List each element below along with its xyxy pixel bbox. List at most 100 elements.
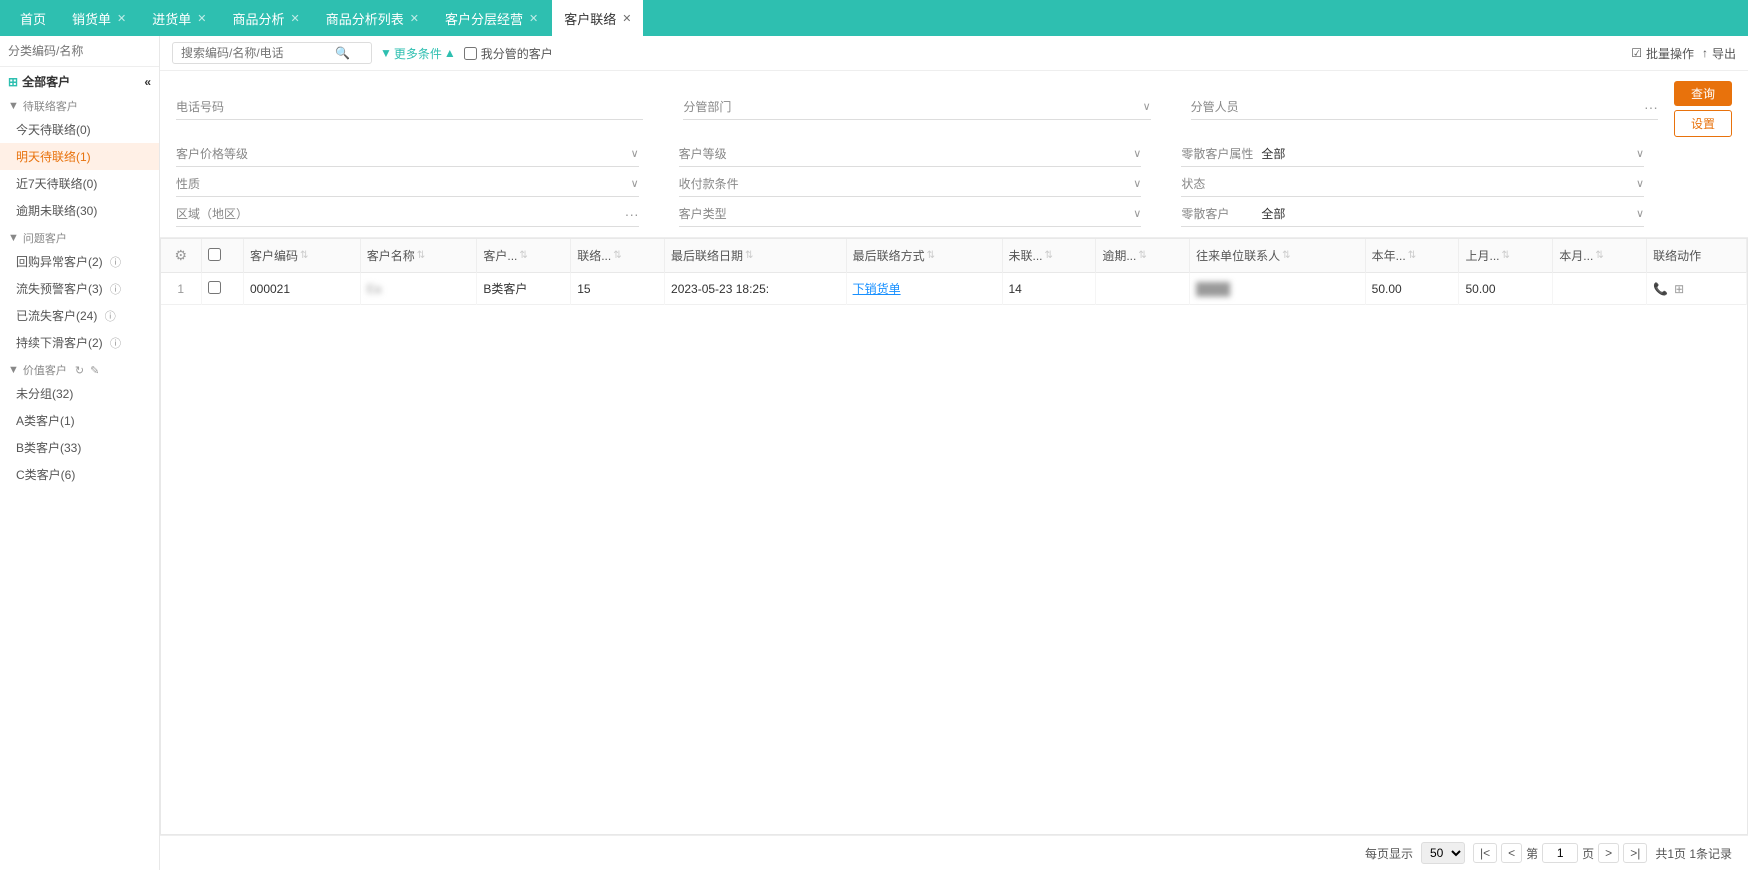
page-input[interactable] xyxy=(1542,843,1578,863)
region-dots-icon[interactable]: ··· xyxy=(625,206,639,222)
col-name: 客户名称 ⇅ xyxy=(360,239,477,273)
my-customers-check[interactable]: 我分管的客户 xyxy=(464,45,553,62)
sort-year-icon[interactable]: ⇅ xyxy=(1408,250,1416,261)
status-dropdown-icon[interactable]: ∨ xyxy=(1636,177,1644,190)
nav-purchase[interactable]: 进货单 ✕ xyxy=(140,0,218,36)
sort-not-contact-icon[interactable]: ⇅ xyxy=(1045,250,1053,261)
sort-contact-icon[interactable]: ⇅ xyxy=(613,250,621,261)
query-buttons: 查询 设置 xyxy=(1674,81,1732,137)
row-checkbox[interactable] xyxy=(208,281,221,294)
sort-last-month-icon[interactable]: ⇅ xyxy=(1502,250,1510,261)
sidebar-item-typeC[interactable]: C类客户(6) xyxy=(0,461,159,488)
select-all-checkbox[interactable] xyxy=(208,248,221,261)
sort-last-date-icon[interactable]: ⇅ xyxy=(745,250,753,261)
gear-button[interactable]: ⚙ xyxy=(167,247,195,264)
retail-attr-value[interactable]: 全部 xyxy=(1261,145,1632,162)
phone-action-icon[interactable]: 📞 xyxy=(1653,282,1668,296)
customer-type-dropdown-icon[interactable]: ∨ xyxy=(1133,207,1141,220)
refresh-icon[interactable]: ↻ xyxy=(75,364,84,377)
sort-code-icon[interactable]: ⇅ xyxy=(300,250,308,261)
col-customer-type: 客户... ⇅ xyxy=(477,239,571,273)
query-button[interactable]: 查询 xyxy=(1674,81,1732,106)
close-customer-contact-icon[interactable]: ✕ xyxy=(622,12,631,25)
dept-dropdown-icon[interactable]: ∨ xyxy=(1143,100,1151,113)
more-filter-btn[interactable]: ▼ 更多条件 ▲ xyxy=(380,45,456,62)
nav-home[interactable]: 首页 xyxy=(8,0,58,36)
set-button[interactable]: 设置 xyxy=(1674,110,1732,137)
sidebar-item-overdue[interactable]: 逾期未联络(30) xyxy=(0,197,159,224)
sidebar-item-repurchase[interactable]: 回购异常客户(2) ⓘ xyxy=(0,248,159,275)
sidebar-value-header: ▼ 价值客户 ↻ ✎ xyxy=(0,356,159,380)
filter-right-actions: ☑ 批量操作 ↑ 导出 xyxy=(1631,45,1736,62)
nature-dropdown-icon[interactable]: ∨ xyxy=(631,177,639,190)
sidebar-item-today[interactable]: 今天待联络(0) xyxy=(0,116,159,143)
sidebar-item-decline[interactable]: 持续下滑客户(2) ⓘ xyxy=(0,329,159,356)
sidebar-item-lost[interactable]: 已流失客户(24) ⓘ xyxy=(0,302,159,329)
sort-unit-icon[interactable]: ⇅ xyxy=(1282,250,1290,261)
export-btn[interactable]: ↑ 导出 xyxy=(1702,45,1736,62)
arrow-down-icon-3: ▼ xyxy=(8,364,19,376)
filter-bar: 🔍 ▼ 更多条件 ▲ 我分管的客户 ☑ 批量操作 ↑ 导出 xyxy=(160,36,1748,71)
page-next-btn[interactable]: > xyxy=(1598,843,1619,863)
row-customer-type: B类客户 xyxy=(477,273,571,305)
close-sales-icon[interactable]: ✕ xyxy=(117,12,126,25)
edit-icon[interactable]: ✎ xyxy=(90,364,99,377)
row-check[interactable] xyxy=(201,273,243,305)
nav-customer-tier[interactable]: 客户分层经营 ✕ xyxy=(433,0,550,36)
retail-attr-dropdown-icon[interactable]: ∨ xyxy=(1636,147,1644,160)
search-input[interactable] xyxy=(181,46,331,60)
retail-customer-dropdown-icon[interactable]: ∨ xyxy=(1636,207,1644,220)
sidebar-item-ungrouped[interactable]: 未分组(32) xyxy=(0,380,159,407)
sidebar-item-week7[interactable]: 近7天待联络(0) xyxy=(0,170,159,197)
nav-customer-contact[interactable]: 客户联络 ✕ xyxy=(552,0,643,36)
page-prev-btn[interactable]: < xyxy=(1501,843,1522,863)
customer-type-label: 客户类型 xyxy=(679,205,759,222)
manager-label: 分管人员 xyxy=(1191,98,1271,115)
nav-sales[interactable]: 销货单 ✕ xyxy=(60,0,138,36)
collapse-icon[interactable]: « xyxy=(144,75,151,89)
sidebar-item-lossrisk[interactable]: 流失预警客户(3) ⓘ xyxy=(0,275,159,302)
close-customer-tier-icon[interactable]: ✕ xyxy=(529,12,538,25)
page-last-btn[interactable]: >| xyxy=(1623,843,1647,863)
sort-this-month-icon[interactable]: ⇅ xyxy=(1595,250,1603,261)
payment-dropdown-icon[interactable]: ∨ xyxy=(1133,177,1141,190)
filter-region: 区域（地区） ··· xyxy=(176,205,639,227)
search-input-area: 🔍 xyxy=(172,42,372,64)
nav-analysis-list[interactable]: 商品分析列表 ✕ xyxy=(314,0,431,36)
nav-analysis[interactable]: 商品分析 ✕ xyxy=(220,0,311,36)
sidebar-search-input[interactable] xyxy=(8,44,160,58)
close-purchase-icon[interactable]: ✕ xyxy=(197,12,206,25)
info-icon-2: ⓘ xyxy=(110,284,121,296)
grid-action-icon[interactable]: ⊞ xyxy=(1674,282,1684,296)
row-name[interactable]: Ea xyxy=(360,273,477,305)
filter-customer-level: 客户等级 ∨ xyxy=(679,145,1142,167)
sidebar-all-customers[interactable]: ⊞ 全部客户 « xyxy=(0,67,159,92)
price-level-dropdown-icon[interactable]: ∨ xyxy=(631,147,639,160)
row-last-contact-method[interactable]: 下销货单 xyxy=(846,273,1002,305)
manager-dots-icon[interactable]: ··· xyxy=(1644,99,1658,115)
sidebar-search-area: 🔍 xyxy=(0,36,159,67)
sort-overdue-icon[interactable]: ⇅ xyxy=(1138,250,1146,261)
page-size-select[interactable]: 50 xyxy=(1421,842,1465,864)
page-navigation: |< < 第 页 > >| xyxy=(1473,843,1647,863)
page-first-btn[interactable]: |< xyxy=(1473,843,1497,863)
customer-level-dropdown-icon[interactable]: ∨ xyxy=(1133,147,1141,160)
customer-name-blurred: Ea xyxy=(367,282,382,296)
retail-customer-value[interactable]: 全部 xyxy=(1261,205,1632,222)
row-unit-contact: ████ xyxy=(1190,273,1366,305)
sidebar-item-typeA[interactable]: A类客户(1) xyxy=(0,407,159,434)
sidebar-item-typeB[interactable]: B类客户(33) xyxy=(0,434,159,461)
search-icon[interactable]: 🔍 xyxy=(335,46,350,60)
sort-last-method-icon[interactable]: ⇅ xyxy=(927,250,935,261)
my-customers-checkbox[interactable] xyxy=(464,47,477,60)
close-analysis-icon[interactable]: ✕ xyxy=(291,12,300,25)
row-code[interactable]: 000021 xyxy=(243,273,360,305)
sort-type-icon[interactable]: ⇅ xyxy=(519,250,527,261)
close-analysis-list-icon[interactable]: ✕ xyxy=(410,12,419,25)
sort-name-icon[interactable]: ⇅ xyxy=(417,250,425,261)
region-label: 区域（地区） xyxy=(176,205,256,222)
sidebar-item-tomorrow[interactable]: 明天待联络(1) xyxy=(0,143,159,170)
bulk-action-btn[interactable]: ☑ 批量操作 xyxy=(1631,45,1694,62)
phone-label: 电话号码 xyxy=(176,98,256,115)
info-icon-1: ⓘ xyxy=(110,257,121,269)
